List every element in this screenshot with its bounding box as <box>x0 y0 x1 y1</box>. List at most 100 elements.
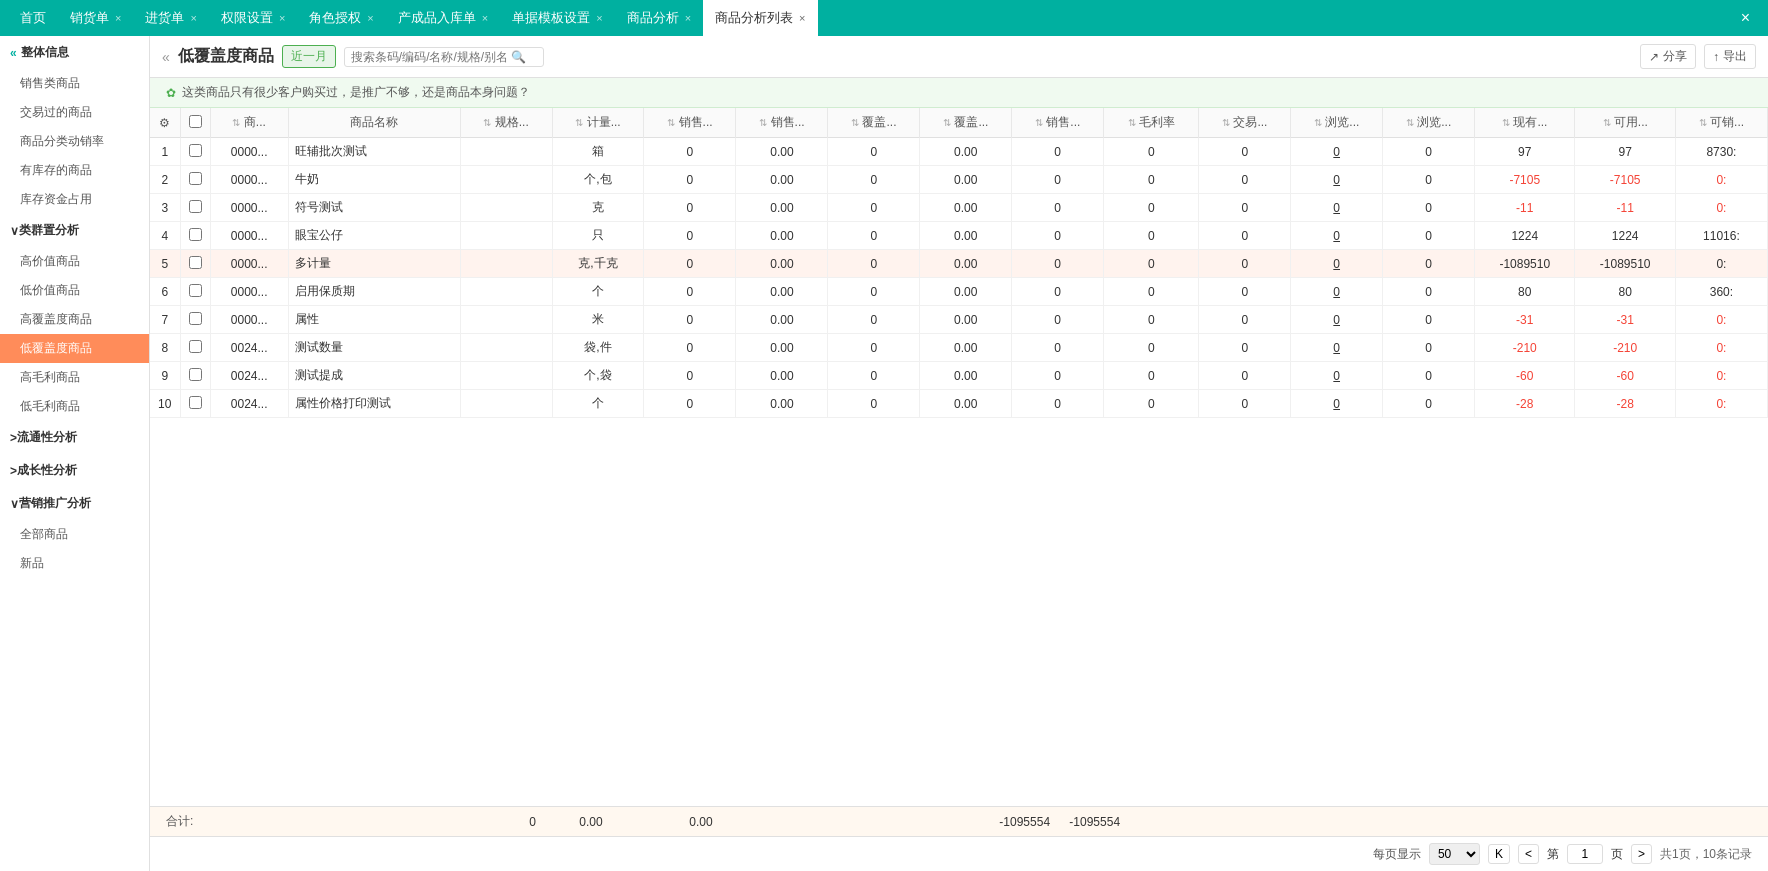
cell-checkbox[interactable] <box>180 362 210 390</box>
export-button[interactable]: ↑ 导出 <box>1704 44 1756 69</box>
nav-item-permission[interactable]: 权限设置 × <box>209 0 297 36</box>
cell-checkbox[interactable] <box>180 194 210 222</box>
nav-item-analysis-list[interactable]: 商品分析列表 × <box>703 0 817 36</box>
row-checkbox[interactable] <box>189 172 202 185</box>
page-size-select[interactable]: 50 20 100 <box>1429 843 1480 865</box>
sidebar-item-category-rate[interactable]: 商品分类动销率 <box>0 127 149 156</box>
cell-spec <box>460 138 552 166</box>
cell-trade: 0 <box>1199 306 1291 334</box>
cell-checkbox[interactable] <box>180 222 210 250</box>
row-checkbox[interactable] <box>189 144 202 157</box>
table-row: 8 0024... 测试数量 袋,件 0 0.00 0 0.00 0 0 0 0… <box>150 334 1768 362</box>
first-page-button[interactable]: K <box>1488 844 1510 864</box>
cell-sales3: 0 <box>1012 306 1104 334</box>
cell-browse1[interactable]: 0 <box>1291 222 1383 250</box>
sidebar-section-growth[interactable]: > 成长性分析 <box>0 454 149 487</box>
cell-checkbox[interactable] <box>180 250 210 278</box>
cell-browse2: 0 <box>1383 390 1475 418</box>
sidebar-item-high-value[interactable]: 高价值商品 <box>0 247 149 276</box>
sidebar-item-low-profit[interactable]: 低毛利商品 <box>0 392 149 421</box>
next-page-button[interactable]: > <box>1631 844 1652 864</box>
cell-checkbox[interactable] <box>180 166 210 194</box>
sidebar-section-marketing[interactable]: ∨ 营销推广分析 <box>0 487 149 520</box>
nav-item-home[interactable]: 首页 <box>8 0 58 36</box>
cell-browse1[interactable]: 0 <box>1291 362 1383 390</box>
sidebar-item-low-value[interactable]: 低价值商品 <box>0 276 149 305</box>
cell-saleable: 0: <box>1675 250 1767 278</box>
cell-checkbox[interactable] <box>180 138 210 166</box>
close-icon[interactable]: × <box>279 12 285 24</box>
cell-checkbox[interactable] <box>180 278 210 306</box>
close-icon[interactable]: × <box>367 12 373 24</box>
cell-cover2: 0.00 <box>920 390 1012 418</box>
nav-item-product[interactable]: 产成品入库单 × <box>386 0 500 36</box>
cell-available: -31 <box>1575 306 1675 334</box>
sidebar-item-sales-goods[interactable]: 销售类商品 <box>0 69 149 98</box>
sidebar-item-in-stock[interactable]: 有库存的商品 <box>0 156 149 185</box>
th-settings[interactable]: ⚙ <box>150 108 180 138</box>
nav-item-template[interactable]: 单据模板设置 × <box>500 0 614 36</box>
nav-item-sales[interactable]: 销货单 × <box>58 0 133 36</box>
cell-browse1[interactable]: 0 <box>1291 194 1383 222</box>
cell-cover1: 0 <box>828 138 920 166</box>
cell-browse2: 0 <box>1383 138 1475 166</box>
close-icon[interactable]: × <box>596 12 602 24</box>
settings-icon[interactable]: ⚙ <box>159 116 170 130</box>
cell-current: -11 <box>1475 194 1575 222</box>
share-button[interactable]: ↗ 分享 <box>1640 44 1696 69</box>
cell-index: 8 <box>150 334 180 362</box>
select-all-checkbox[interactable] <box>189 115 202 128</box>
cell-profit: 0 <box>1104 250 1199 278</box>
sidebar-item-traded-goods[interactable]: 交易过的商品 <box>0 98 149 127</box>
cell-spec <box>460 334 552 362</box>
sidebar-section-flow[interactable]: > 流通性分析 <box>0 421 149 454</box>
row-checkbox[interactable] <box>189 200 202 213</box>
cell-checkbox[interactable] <box>180 390 210 418</box>
sidebar-item-all-goods[interactable]: 全部商品 <box>0 520 149 549</box>
filter-tag-recent[interactable]: 近一月 <box>282 45 336 68</box>
nav-item-analysis[interactable]: 商品分析 × <box>615 0 703 36</box>
nav-item-purchase[interactable]: 进货单 × <box>133 0 208 36</box>
row-checkbox[interactable] <box>189 368 202 381</box>
sidebar-section-group[interactable]: ∨ 类群置分析 <box>0 214 149 247</box>
prev-page-button[interactable]: < <box>1518 844 1539 864</box>
row-checkbox[interactable] <box>189 312 202 325</box>
cell-cover2: 0.00 <box>920 306 1012 334</box>
search-input[interactable] <box>351 50 511 64</box>
cell-cover1: 0 <box>828 222 920 250</box>
cell-spec <box>460 278 552 306</box>
nav-item-role[interactable]: 角色授权 × <box>297 0 385 36</box>
row-checkbox[interactable] <box>189 340 202 353</box>
close-icon[interactable]: × <box>685 12 691 24</box>
close-icon[interactable]: × <box>190 12 196 24</box>
sidebar-item-high-profit[interactable]: 高毛利商品 <box>0 363 149 392</box>
th-checkbox[interactable] <box>180 108 210 138</box>
sidebar-item-high-coverage[interactable]: 高覆盖度商品 <box>0 305 149 334</box>
cell-browse1[interactable]: 0 <box>1291 166 1383 194</box>
close-icon[interactable]: × <box>115 12 121 24</box>
cell-browse1[interactable]: 0 <box>1291 278 1383 306</box>
cell-browse1[interactable]: 0 <box>1291 306 1383 334</box>
close-icon[interactable]: × <box>482 12 488 24</box>
window-close-button[interactable]: × <box>1731 9 1760 27</box>
row-checkbox[interactable] <box>189 228 202 241</box>
sidebar-item-new-goods[interactable]: 新品 <box>0 549 149 578</box>
search-icon[interactable]: 🔍 <box>511 50 526 64</box>
cell-browse1[interactable]: 0 <box>1291 390 1383 418</box>
cell-browse1[interactable]: 0 <box>1291 250 1383 278</box>
cell-browse1[interactable]: 0 <box>1291 138 1383 166</box>
cell-checkbox[interactable] <box>180 334 210 362</box>
sidebar-item-low-coverage[interactable]: 低覆盖度商品 <box>0 334 149 363</box>
cell-browse2: 0 <box>1383 250 1475 278</box>
row-checkbox[interactable] <box>189 396 202 409</box>
cell-cover1: 0 <box>828 306 920 334</box>
sidebar-collapse-button[interactable]: « <box>162 49 170 65</box>
row-checkbox[interactable] <box>189 284 202 297</box>
row-checkbox[interactable] <box>189 256 202 269</box>
cell-checkbox[interactable] <box>180 306 210 334</box>
sidebar-section-overview[interactable]: « 整体信息 <box>0 36 149 69</box>
close-icon[interactable]: × <box>799 12 805 24</box>
sidebar-item-stock-capital[interactable]: 库存资金占用 <box>0 185 149 214</box>
page-input[interactable] <box>1567 844 1603 864</box>
cell-browse1[interactable]: 0 <box>1291 334 1383 362</box>
